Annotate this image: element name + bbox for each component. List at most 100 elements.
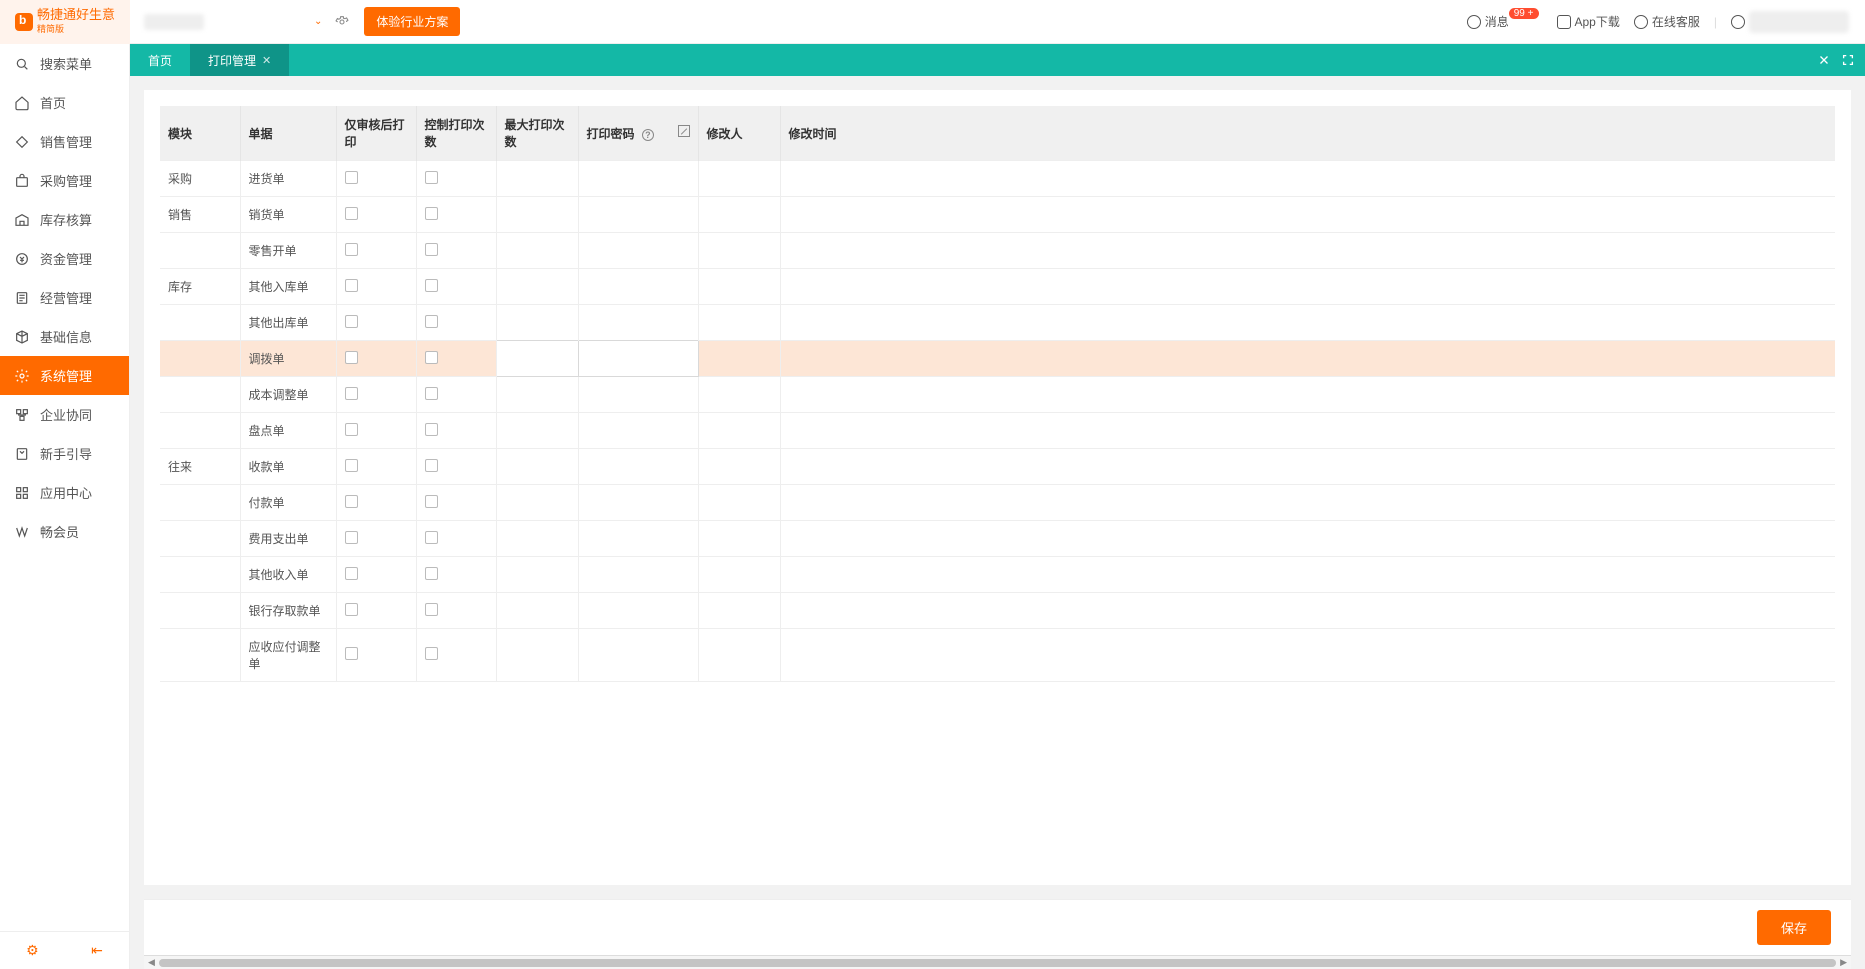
checkbox[interactable] [345, 423, 358, 436]
scroll-thumb[interactable] [159, 959, 1836, 967]
cell-doc: 盘点单 [240, 413, 336, 449]
tab-close-all-icon[interactable] [1817, 53, 1831, 67]
user-name-blur [1749, 11, 1849, 33]
cell-password[interactable] [578, 341, 698, 377]
cell-limit-count [416, 341, 496, 377]
checkbox[interactable] [345, 495, 358, 508]
scroll-right-icon[interactable]: ▶ [1840, 957, 1847, 968]
checkbox[interactable] [345, 243, 358, 256]
messages-label: 消息 [1485, 13, 1509, 30]
brand-icon [15, 13, 33, 31]
sidebar-item-2[interactable]: 销售管理 [0, 122, 129, 161]
sidebar-item-label: 应用中心 [40, 483, 92, 502]
print-manage-card: 模块 单据 仅审核后打印 控制打印次数 最大打印次数 打印密码 ? 修改人 [144, 90, 1851, 885]
cell-modify-time [780, 413, 1835, 449]
tenant-gear-icon[interactable] [334, 14, 350, 30]
cell-modifier [698, 161, 780, 197]
checkbox[interactable] [425, 243, 438, 256]
help-icon[interactable]: ? [642, 129, 654, 141]
cell-audit-only [336, 233, 416, 269]
cell-max-count [496, 449, 578, 485]
checkbox[interactable] [425, 603, 438, 616]
save-button[interactable]: 保存 [1757, 910, 1831, 945]
fullscreen-icon[interactable] [1841, 53, 1855, 67]
cell-module [160, 413, 240, 449]
checkbox[interactable] [345, 279, 358, 292]
checkbox[interactable] [425, 387, 438, 400]
sidebar-item-4[interactable]: 库存核算 [0, 200, 129, 239]
money-icon [14, 251, 30, 267]
cell-limit-count [416, 197, 496, 233]
checkbox[interactable] [425, 495, 438, 508]
cell-max-count [496, 233, 578, 269]
sidebar-item-9[interactable]: 企业协同 [0, 395, 129, 434]
sidebar-collapse-icon[interactable]: ⇤ [91, 942, 103, 959]
avatar-icon [1731, 15, 1745, 29]
tab-1[interactable]: 打印管理✕ [190, 44, 289, 76]
sidebar-item-label: 畅会员 [40, 522, 79, 541]
checkbox[interactable] [345, 387, 358, 400]
scroll-track[interactable] [159, 959, 1836, 967]
checkbox[interactable] [425, 315, 438, 328]
messages-button[interactable]: 消息 99 + [1467, 13, 1543, 30]
cell-limit-count [416, 593, 496, 629]
sidebar-item-5[interactable]: 资金管理 [0, 239, 129, 278]
tenant-selector[interactable]: ⌄ 体验行业方案 [130, 7, 474, 36]
checkbox[interactable] [345, 603, 358, 616]
tab-close-icon[interactable]: ✕ [262, 54, 271, 67]
th-password-label: 打印密码 [587, 127, 635, 141]
th-limit: 控制打印次数 [416, 106, 496, 161]
sidebar-item-8[interactable]: 系统管理 [0, 356, 129, 395]
checkbox[interactable] [425, 531, 438, 544]
checkbox[interactable] [345, 647, 358, 660]
edit-column-icon[interactable] [678, 125, 690, 137]
cell-modify-time [780, 341, 1835, 377]
cell-max-count[interactable] [496, 341, 578, 377]
checkbox[interactable] [345, 531, 358, 544]
messages-badge: 99 + [1509, 8, 1539, 19]
sidebar-item-10[interactable]: 新手引导 [0, 434, 129, 473]
max-count-input[interactable] [497, 345, 578, 373]
sidebar-item-1[interactable]: 首页 [0, 83, 129, 122]
cell-password [578, 485, 698, 521]
user-menu[interactable] [1731, 11, 1849, 33]
download-icon [1557, 15, 1571, 29]
checkbox[interactable] [425, 567, 438, 580]
cell-doc: 调拨单 [240, 341, 336, 377]
sidebar-item-11[interactable]: 应用中心 [0, 473, 129, 512]
checkbox[interactable] [425, 647, 438, 660]
sidebar-item-12[interactable]: 畅会员 [0, 512, 129, 551]
checkbox[interactable] [425, 459, 438, 472]
try-industry-button[interactable]: 体验行业方案 [364, 7, 460, 36]
checkbox[interactable] [345, 567, 358, 580]
checkbox[interactable] [345, 459, 358, 472]
sidebar-settings-icon[interactable]: ⚙ [26, 942, 39, 959]
online-service-button[interactable]: 在线客服 [1634, 13, 1700, 30]
sidebar-item-6[interactable]: 经营管理 [0, 278, 129, 317]
checkbox[interactable] [345, 207, 358, 220]
checkbox[interactable] [345, 315, 358, 328]
sidebar-item-label: 搜索菜单 [40, 54, 92, 73]
cell-modify-time [780, 449, 1835, 485]
checkbox[interactable] [425, 171, 438, 184]
app-download-button[interactable]: App下载 [1557, 13, 1620, 30]
tab-0[interactable]: 首页 [130, 44, 190, 76]
sidebar-item-7[interactable]: 基础信息 [0, 317, 129, 356]
checkbox[interactable] [345, 171, 358, 184]
checkbox[interactable] [425, 207, 438, 220]
checkbox[interactable] [425, 279, 438, 292]
password-input[interactable] [579, 345, 698, 373]
cell-doc: 付款单 [240, 485, 336, 521]
bag-icon [14, 173, 30, 189]
scroll-left-icon[interactable]: ◀ [148, 957, 155, 968]
sidebar-item-0[interactable]: 搜索菜单 [0, 44, 129, 83]
checkbox[interactable] [345, 351, 358, 364]
cube-icon [14, 329, 30, 345]
checkbox[interactable] [425, 423, 438, 436]
cell-modifier [698, 197, 780, 233]
cell-modify-time [780, 521, 1835, 557]
checkbox[interactable] [425, 351, 438, 364]
cell-module [160, 593, 240, 629]
sidebar-item-3[interactable]: 采购管理 [0, 161, 129, 200]
horizontal-scrollbar[interactable]: ◀ ▶ [144, 955, 1851, 969]
